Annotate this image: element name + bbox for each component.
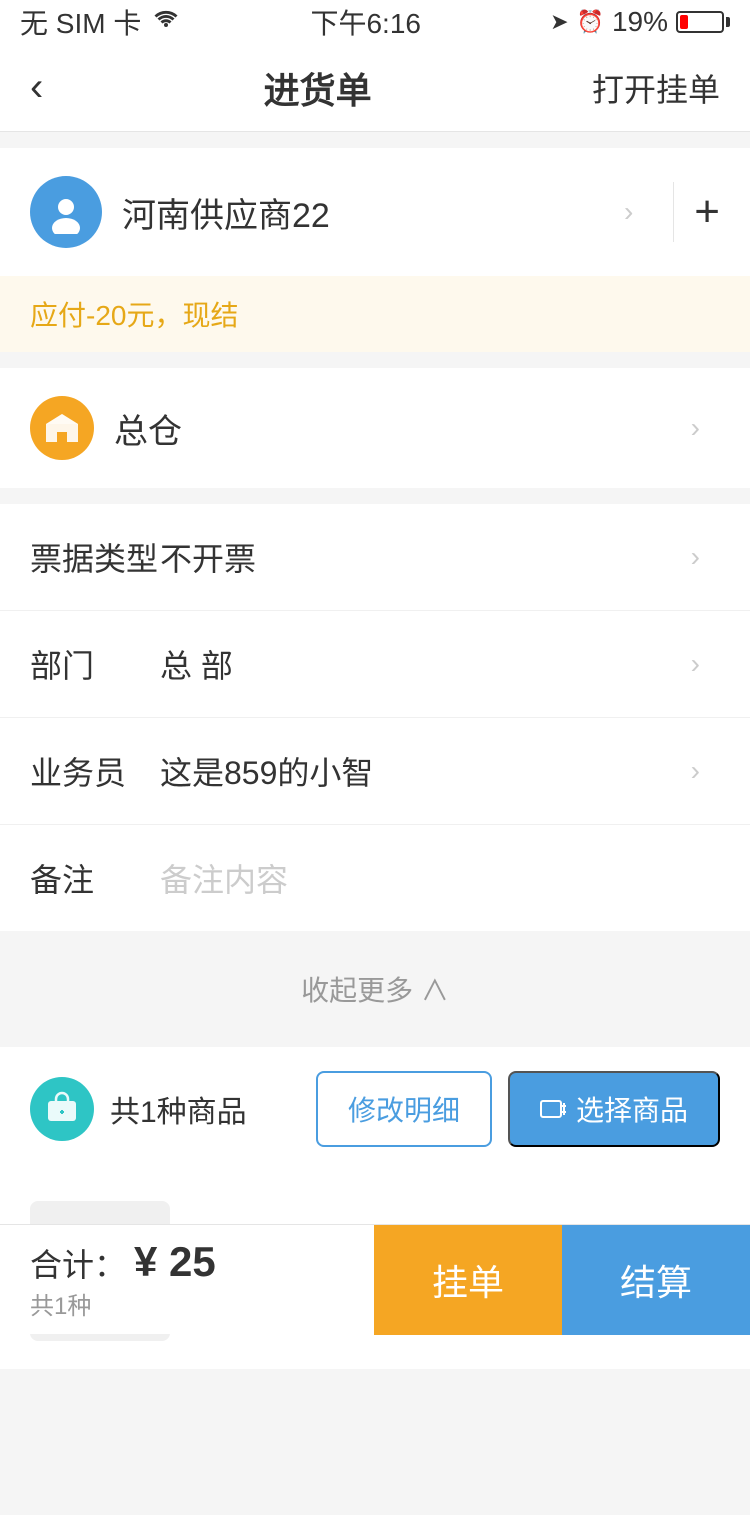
warehouse-chevron-icon: ›: [691, 412, 700, 444]
warehouse-icon: [30, 396, 94, 460]
dept-chevron-icon: ›: [691, 648, 700, 680]
dept-row[interactable]: 部门 总 部 ›: [0, 610, 750, 717]
remark-label: 备注: [30, 855, 160, 901]
settle-button[interactable]: 结算: [562, 1225, 750, 1335]
warehouse-section: 总仓 ›: [0, 368, 750, 488]
alarm-icon: ⏰: [577, 9, 604, 35]
remark-row[interactable]: 备注 备注内容: [0, 824, 750, 931]
hang-button[interactable]: 挂单: [374, 1225, 562, 1335]
page-title: 进货单: [264, 62, 372, 114]
invoice-label: 票据类型: [30, 534, 160, 580]
status-bar: 无 SIM 卡 下午6:16 ➤ ⏰ 19%: [0, 0, 750, 44]
sales-label: 业务员: [30, 748, 160, 794]
divider: [673, 182, 674, 242]
total-area: 合计： ¥ 25 共1种: [0, 1238, 374, 1321]
dept-label: 部门: [30, 641, 160, 687]
product-header: 共1种商品 修改明细 选择商品: [0, 1047, 750, 1171]
remark-input[interactable]: 备注内容: [160, 855, 720, 901]
select-product-button[interactable]: 选择商品: [508, 1071, 720, 1147]
form-section: 票据类型 不开票 › 部门 总 部 › 业务员 这是859的小智 › 备注 备注…: [0, 504, 750, 931]
invoice-row[interactable]: 票据类型 不开票 ›: [0, 504, 750, 610]
bottom-bar: 合计： ¥ 25 共1种 挂单 结算: [0, 1224, 750, 1334]
sales-row[interactable]: 业务员 这是859的小智 ›: [0, 717, 750, 824]
add-supplier-button[interactable]: +: [694, 190, 720, 234]
supplier-row[interactable]: 河南供应商22 › +: [0, 148, 750, 276]
back-button[interactable]: ‹: [30, 65, 43, 110]
supplier-section: 河南供应商22 › + 应付-20元，现结: [0, 148, 750, 352]
location-icon: ➤: [550, 9, 568, 35]
invoice-chevron-icon: ›: [691, 541, 700, 573]
product-count: 共1种商品: [110, 1087, 300, 1131]
battery-percentage: 19%: [612, 6, 668, 38]
warehouse-name: 总仓: [114, 404, 691, 453]
time-label: 下午6:16: [310, 2, 421, 42]
wifi-icon: [151, 6, 181, 38]
collapse-label: 收起更多 ∧: [301, 969, 449, 1009]
total-label: 合计：: [30, 1240, 126, 1286]
supplier-chevron-icon: ›: [624, 196, 633, 228]
sales-value: 这是859的小智: [160, 748, 691, 794]
open-hang-button[interactable]: 打开挂单: [592, 65, 720, 111]
invoice-value: 不开票: [160, 534, 691, 580]
edit-detail-button[interactable]: 修改明细: [316, 1071, 492, 1147]
carrier-label: 无 SIM 卡: [20, 2, 141, 42]
nav-bar: ‹ 进货单 打开挂单: [0, 44, 750, 132]
supplier-name: 河南供应商22: [122, 188, 624, 237]
total-count: 共1种: [30, 1286, 344, 1321]
supplier-notice: 应付-20元，现结: [0, 276, 750, 352]
collapse-button[interactable]: 收起更多 ∧: [0, 947, 750, 1031]
dept-value: 总 部: [160, 641, 691, 687]
product-icon: [30, 1077, 94, 1141]
supplier-avatar: [30, 176, 102, 248]
select-product-label: 选择商品: [576, 1089, 688, 1129]
sales-chevron-icon: ›: [691, 755, 700, 787]
warehouse-row[interactable]: 总仓 ›: [0, 368, 750, 488]
total-amount: ¥ 25: [134, 1238, 216, 1286]
battery-icon: [676, 11, 730, 33]
